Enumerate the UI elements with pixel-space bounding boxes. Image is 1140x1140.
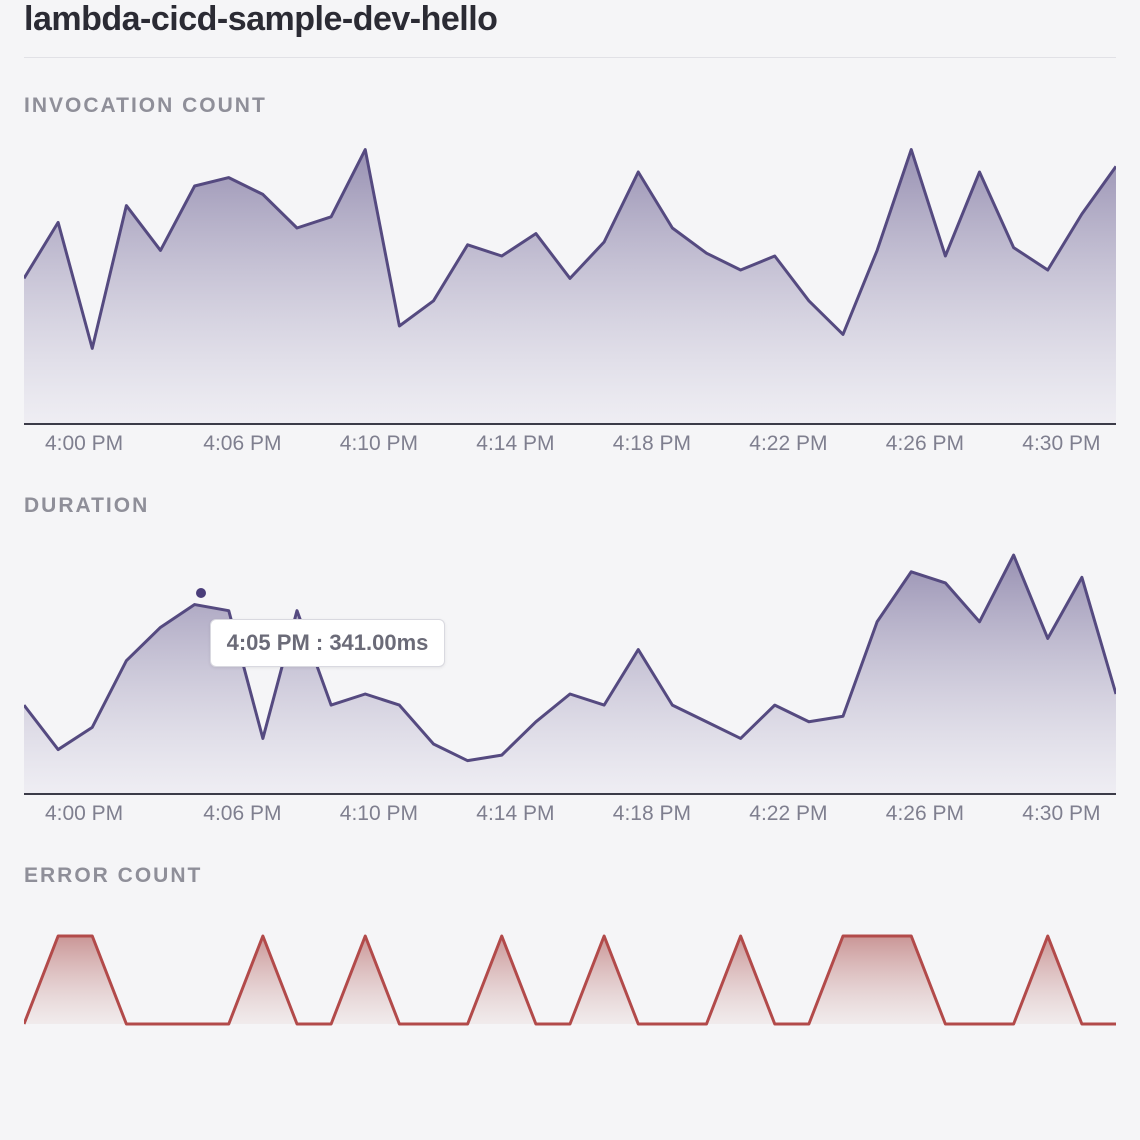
x-tick: 4:00 PM [45, 432, 123, 456]
charts-container: INVOCATION COUNT 4:00 PM 4:06 PM 4:10 PM 4:1… [24, 94, 1116, 1026]
x-tick: 4:22 PM [749, 802, 827, 826]
chart-canvas[interactable] [24, 906, 1116, 1026]
x-tick: 4:18 PM [613, 432, 691, 456]
chart-canvas[interactable]: 4:05 PM : 341.00ms [24, 536, 1116, 796]
x-tick: 4:10 PM [340, 432, 418, 456]
x-tick: 4:26 PM [886, 432, 964, 456]
chart-title: DURATION [24, 494, 1116, 518]
chart-block-2: ERROR COUNT [24, 864, 1116, 1026]
chart-block-1: DURATION 4:05 PM : 341.00ms 4:00 PM 4:06 PM… [24, 494, 1116, 828]
x-tick: 4:10 PM [340, 802, 418, 826]
x-tick: 4:14 PM [476, 802, 554, 826]
x-tick: 4:30 PM [1022, 432, 1100, 456]
x-tick: 4:18 PM [613, 802, 691, 826]
x-tick: 4:06 PM [203, 802, 281, 826]
x-axis-ticks: 4:00 PM 4:06 PM 4:10 PM 4:14 PM 4:18 PM 4:22 … [24, 432, 1116, 458]
chart-title: ERROR COUNT [24, 864, 1116, 888]
x-tick: 4:06 PM [203, 432, 281, 456]
chart-tooltip: 4:05 PM : 341.00ms [210, 619, 446, 667]
chart-title: INVOCATION COUNT [24, 94, 1116, 118]
chart-block-0: INVOCATION COUNT 4:00 PM 4:06 PM 4:10 PM 4:1… [24, 94, 1116, 458]
x-tick: 4:00 PM [45, 802, 123, 826]
hover-dot [196, 588, 206, 598]
page-title: lambda-cicd-sample-dev-hello [24, 0, 1116, 58]
x-tick: 4:26 PM [886, 802, 964, 826]
chart-canvas[interactable] [24, 136, 1116, 426]
x-tick: 4:22 PM [749, 432, 827, 456]
x-tick: 4:30 PM [1022, 802, 1100, 826]
x-tick: 4:14 PM [476, 432, 554, 456]
x-axis-ticks: 4:00 PM 4:06 PM 4:10 PM 4:14 PM 4:18 PM 4:22 … [24, 802, 1116, 828]
